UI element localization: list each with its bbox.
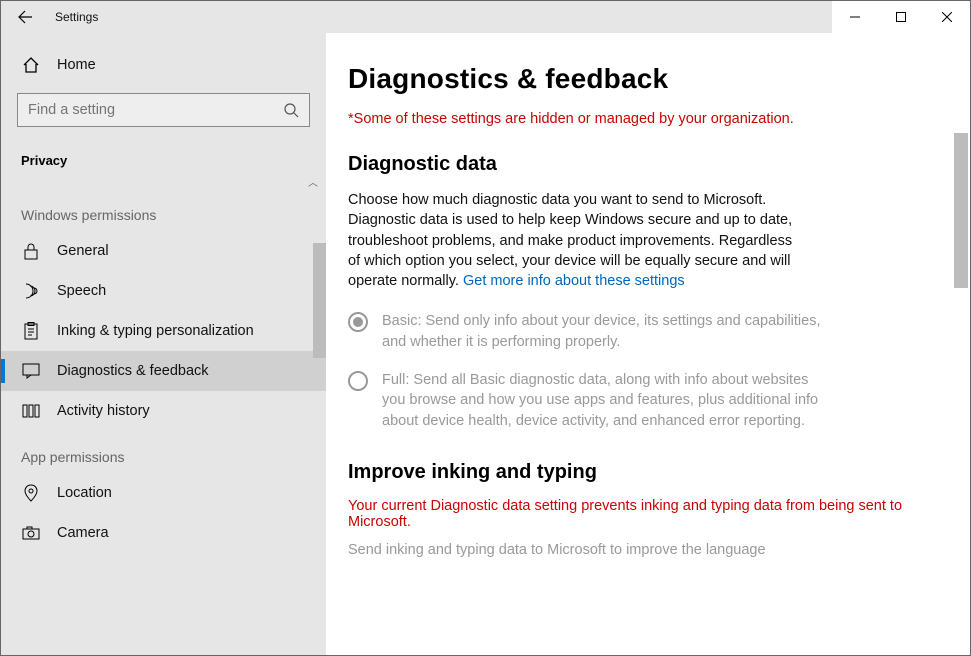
minimize-icon [850,12,860,22]
page-title: Diagnostics & feedback [348,63,930,95]
feedback-icon [21,361,41,381]
back-button[interactable] [1,1,49,33]
maximize-icon [896,12,906,22]
sidebar-item-label: Activity history [57,403,150,419]
sidebar: Home Privacy ︿ Windows permissions Gener… [1,33,326,655]
sidebar-item-location[interactable]: Location [1,473,326,513]
inking-description: Send inking and typing data to Microsoft… [348,540,808,560]
sidebar-item-label: General [57,243,109,259]
link-more-info[interactable]: Get more info about these settings [463,273,685,289]
section-windows-permissions: Windows permissions [1,189,326,231]
managed-warning: *Some of these settings are hidden or ma… [348,111,930,127]
sidebar-home-label: Home [57,57,96,73]
search-input-container[interactable] [17,93,310,127]
search-icon [283,102,299,118]
radio-icon-unchecked [348,371,368,391]
radio-icon-checked [348,312,368,332]
content-pane: Diagnostics & feedback *Some of these se… [326,33,970,655]
heading-inking-typing: Improve inking and typing [348,461,930,484]
maximize-button[interactable] [878,1,924,33]
radio-basic[interactable]: Basic: Send only info about your device,… [348,311,828,352]
sidebar-item-diagnostics[interactable]: Diagnostics & feedback [1,351,326,391]
radio-basic-label: Basic: Send only info about your device,… [382,311,828,352]
camera-icon [21,523,41,543]
radio-full-label: Full: Send all Basic diagnostic data, al… [382,370,828,431]
sidebar-item-inking[interactable]: Inking & typing personalization [1,311,326,351]
sidebar-item-activity[interactable]: Activity history [1,391,326,431]
sidebar-item-speech[interactable]: Speech [1,271,326,311]
search-input[interactable] [28,102,283,118]
sidebar-item-camera[interactable]: Camera [1,513,326,553]
sidebar-item-label: Inking & typing personalization [57,323,254,339]
speech-icon [21,281,41,301]
sidebar-item-label: Diagnostics & feedback [57,363,209,379]
lock-icon [21,241,41,261]
minimize-button[interactable] [832,1,878,33]
section-app-permissions: App permissions [1,431,326,473]
window-title: Settings [55,10,98,24]
diagnostic-description: Choose how much diagnostic data you want… [348,190,808,291]
sidebar-item-general[interactable]: General [1,231,326,271]
sidebar-item-label: Camera [57,525,109,541]
close-icon [942,12,952,22]
clipboard-icon [21,321,41,341]
sidebar-scrollbar-thumb[interactable] [313,243,326,358]
content-scrollbar-thumb[interactable] [954,133,968,288]
sidebar-item-label: Speech [57,283,106,299]
arrow-left-icon [17,9,33,25]
sidebar-home[interactable]: Home [1,45,326,85]
sidebar-item-label: Location [57,485,112,501]
chevron-up-icon[interactable]: ︿ [1,174,326,189]
history-icon [21,401,41,421]
close-button[interactable] [924,1,970,33]
heading-diagnostic-data: Diagnostic data [348,153,930,176]
inking-warning: Your current Diagnostic data setting pre… [348,498,930,530]
home-icon [21,55,41,75]
location-icon [21,483,41,503]
breadcrumb: Privacy [1,141,326,174]
radio-full[interactable]: Full: Send all Basic diagnostic data, al… [348,370,828,431]
